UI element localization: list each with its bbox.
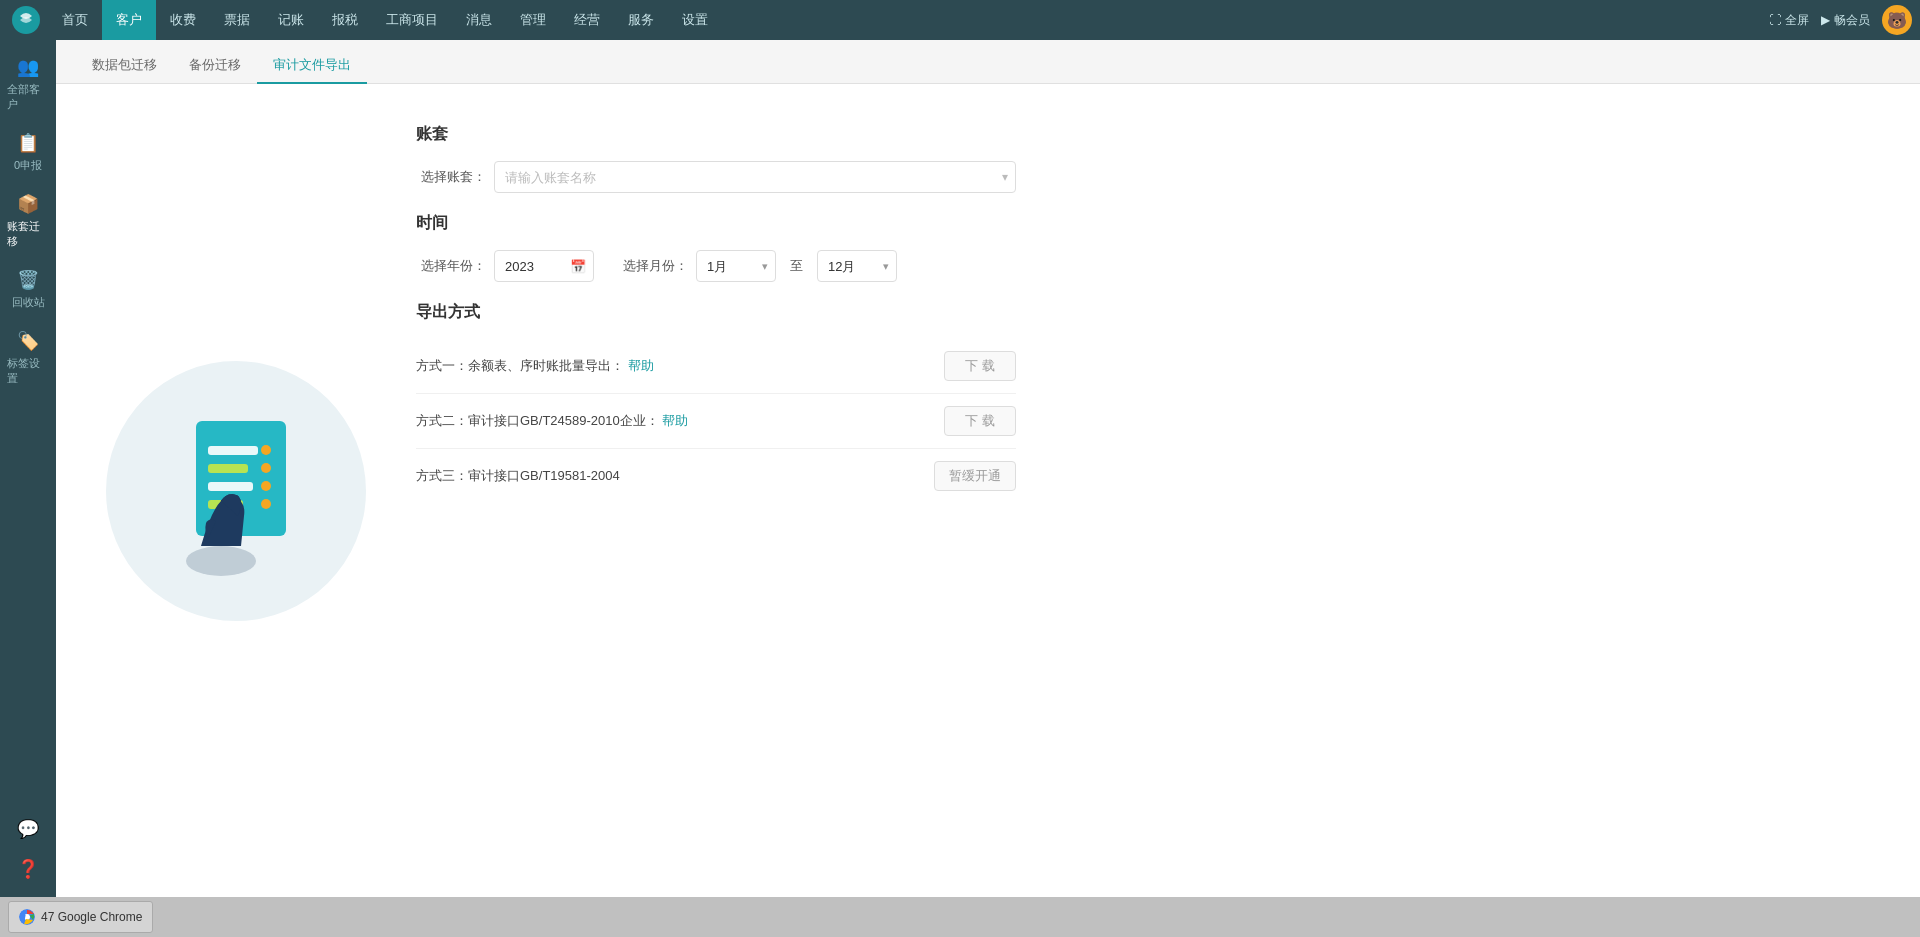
- nav-settings[interactable]: 设置: [668, 0, 722, 40]
- vip-icon: ▶: [1821, 13, 1830, 27]
- sidebar-item-zero-declaration[interactable]: 📋 0申报: [3, 124, 53, 181]
- page-content: 账套 选择账套： ▾ 时间 选择年份： 📅: [56, 84, 1920, 897]
- account-set-row: 选择账套： ▾: [416, 161, 1016, 193]
- month-to-wrap: 1月 2月 3月 4月 5月 6月 7月 8月 9月 10月 11月: [817, 250, 897, 282]
- sidebar-item-all-clients[interactable]: 👥 全部客户: [3, 48, 53, 120]
- sidebar-item-recycle[interactable]: 🗑️ 回收站: [3, 261, 53, 318]
- taskbar-label: 47 Google Chrome: [41, 910, 142, 924]
- year-input-wrap: 📅: [494, 250, 594, 282]
- export-methods-section: 导出方式 方式一：余额表、序时账批量导出： 帮助 下 载 方式二：审计接口GB/…: [416, 302, 1016, 503]
- separator-text: 至: [784, 257, 809, 275]
- year-input[interactable]: [494, 250, 594, 282]
- account-set-input[interactable]: [494, 161, 1016, 193]
- nav-operation[interactable]: 经营: [560, 0, 614, 40]
- export-method-3-label: 方式三：审计接口GB/T19581-2004: [416, 467, 934, 485]
- taskbar-chrome-item[interactable]: 47 Google Chrome: [8, 901, 153, 933]
- export-method-2-label: 方式二：审计接口GB/T24589-2010企业： 帮助: [416, 412, 944, 430]
- export-methods-title: 导出方式: [416, 302, 1016, 323]
- vip-button[interactable]: ▶ 畅会员: [1821, 12, 1870, 29]
- tabs-bar: 数据包迁移 备份迁移 审计文件导出: [56, 40, 1920, 84]
- form-side: 账套 选择账套： ▾ 时间 选择年份： 📅: [416, 114, 1016, 867]
- nav-client[interactable]: 客户: [102, 0, 156, 40]
- month-to-select[interactable]: 1月 2月 3月 4月 5月 6月 7月 8月 9月 10月 11月: [817, 250, 897, 282]
- export-method-2-download-button[interactable]: 下 载: [944, 406, 1016, 436]
- time-row: 选择年份： 📅 选择月份： 1月 2月 3月 4月: [416, 250, 1016, 282]
- fullscreen-icon: ⛶: [1769, 13, 1781, 27]
- account-set-title: 账套: [416, 124, 1016, 145]
- account-migration-icon: 📦: [17, 193, 39, 215]
- nav-service[interactable]: 服务: [614, 0, 668, 40]
- month-from-wrap: 1月 2月 3月 4月 5月 6月 7月 8月 9月 10月 11月: [696, 250, 776, 282]
- time-section: 时间 选择年份： 📅 选择月份： 1月 2月 3月: [416, 213, 1016, 282]
- nav-manage[interactable]: 管理: [506, 0, 560, 40]
- account-set-input-wrap: ▾: [494, 161, 1016, 193]
- svg-point-8: [261, 481, 271, 491]
- fullscreen-button[interactable]: ⛶ 全屏: [1769, 12, 1809, 29]
- tab-backup-migration[interactable]: 备份迁移: [173, 48, 257, 84]
- account-set-label: 选择账套：: [416, 168, 486, 186]
- avatar[interactable]: 🐻: [1882, 5, 1912, 35]
- taskbar: 47 Google Chrome: [0, 897, 1920, 937]
- svg-rect-2: [208, 446, 258, 455]
- export-method-1-download-button[interactable]: 下 载: [944, 351, 1016, 381]
- export-method-3: 方式三：审计接口GB/T19581-2004 暂缓开通: [416, 449, 1016, 503]
- nav-business[interactable]: 工商项目: [372, 0, 452, 40]
- export-method-3-open-button[interactable]: 暂缓开通: [934, 461, 1016, 491]
- svg-point-7: [261, 463, 271, 473]
- audit-illustration: [146, 391, 326, 591]
- svg-point-6: [261, 445, 271, 455]
- sidebar-help-icon[interactable]: ❓: [12, 853, 44, 885]
- app-logo[interactable]: [8, 2, 44, 38]
- export-method-2: 方式二：审计接口GB/T24589-2010企业： 帮助 下 载: [416, 394, 1016, 449]
- content-area: 数据包迁移 备份迁移 审计文件导出: [56, 40, 1920, 897]
- svg-point-9: [261, 499, 271, 509]
- sidebar-bottom: 💬 ❓: [12, 813, 44, 897]
- export-method-1-label: 方式一：余额表、序时账批量导出： 帮助: [416, 357, 944, 375]
- year-label: 选择年份：: [416, 257, 486, 275]
- chrome-icon: [19, 909, 35, 925]
- top-nav-right: ⛶ 全屏 ▶ 畅会员 🐻: [1769, 5, 1912, 35]
- time-title: 时间: [416, 213, 1016, 234]
- nav-billing[interactable]: 收费: [156, 0, 210, 40]
- sidebar-item-tag-settings[interactable]: 🏷️ 标签设置: [3, 322, 53, 394]
- tab-audit-export[interactable]: 审计文件导出: [257, 48, 367, 84]
- export-method-1-help-link[interactable]: 帮助: [628, 358, 654, 373]
- illustration-side: [96, 114, 376, 867]
- tag-settings-icon: 🏷️: [17, 330, 39, 352]
- sidebar-item-account-migration[interactable]: 📦 账套迁移: [3, 185, 53, 257]
- nav-invoice[interactable]: 票据: [210, 0, 264, 40]
- svg-rect-4: [208, 482, 253, 491]
- tab-data-package-migration[interactable]: 数据包迁移: [76, 48, 173, 84]
- all-clients-icon: 👥: [17, 56, 39, 78]
- svg-point-10: [186, 546, 256, 576]
- svg-rect-3: [208, 464, 248, 473]
- main-layout: 👥 全部客户 📋 0申报 📦 账套迁移 🗑️ 回收站 🏷️ 标签设置 💬 ❓ 数…: [0, 40, 1920, 897]
- zero-declaration-icon: 📋: [17, 132, 39, 154]
- illustration-circle: [106, 361, 366, 621]
- nav-home[interactable]: 首页: [48, 0, 102, 40]
- export-method-2-help-link[interactable]: 帮助: [662, 413, 688, 428]
- left-sidebar: 👥 全部客户 📋 0申报 📦 账套迁移 🗑️ 回收站 🏷️ 标签设置 💬 ❓: [0, 40, 56, 897]
- nav-tax[interactable]: 报税: [318, 0, 372, 40]
- nav-items: 首页 客户 收费 票据 记账 报税 工商项目 消息 管理 经营 服务 设置: [48, 0, 1769, 40]
- top-navigation: 首页 客户 收费 票据 记账 报税 工商项目 消息 管理 经营 服务 设置 ⛶ …: [0, 0, 1920, 40]
- month-label: 选择月份：: [618, 257, 688, 275]
- sidebar-message-icon[interactable]: 💬: [12, 813, 44, 845]
- nav-message[interactable]: 消息: [452, 0, 506, 40]
- month-from-select[interactable]: 1月 2月 3月 4月 5月 6月 7月 8月 9月 10月 11月: [696, 250, 776, 282]
- nav-bookkeeping[interactable]: 记账: [264, 0, 318, 40]
- export-method-1: 方式一：余额表、序时账批量导出： 帮助 下 载: [416, 339, 1016, 394]
- recycle-icon: 🗑️: [17, 269, 39, 291]
